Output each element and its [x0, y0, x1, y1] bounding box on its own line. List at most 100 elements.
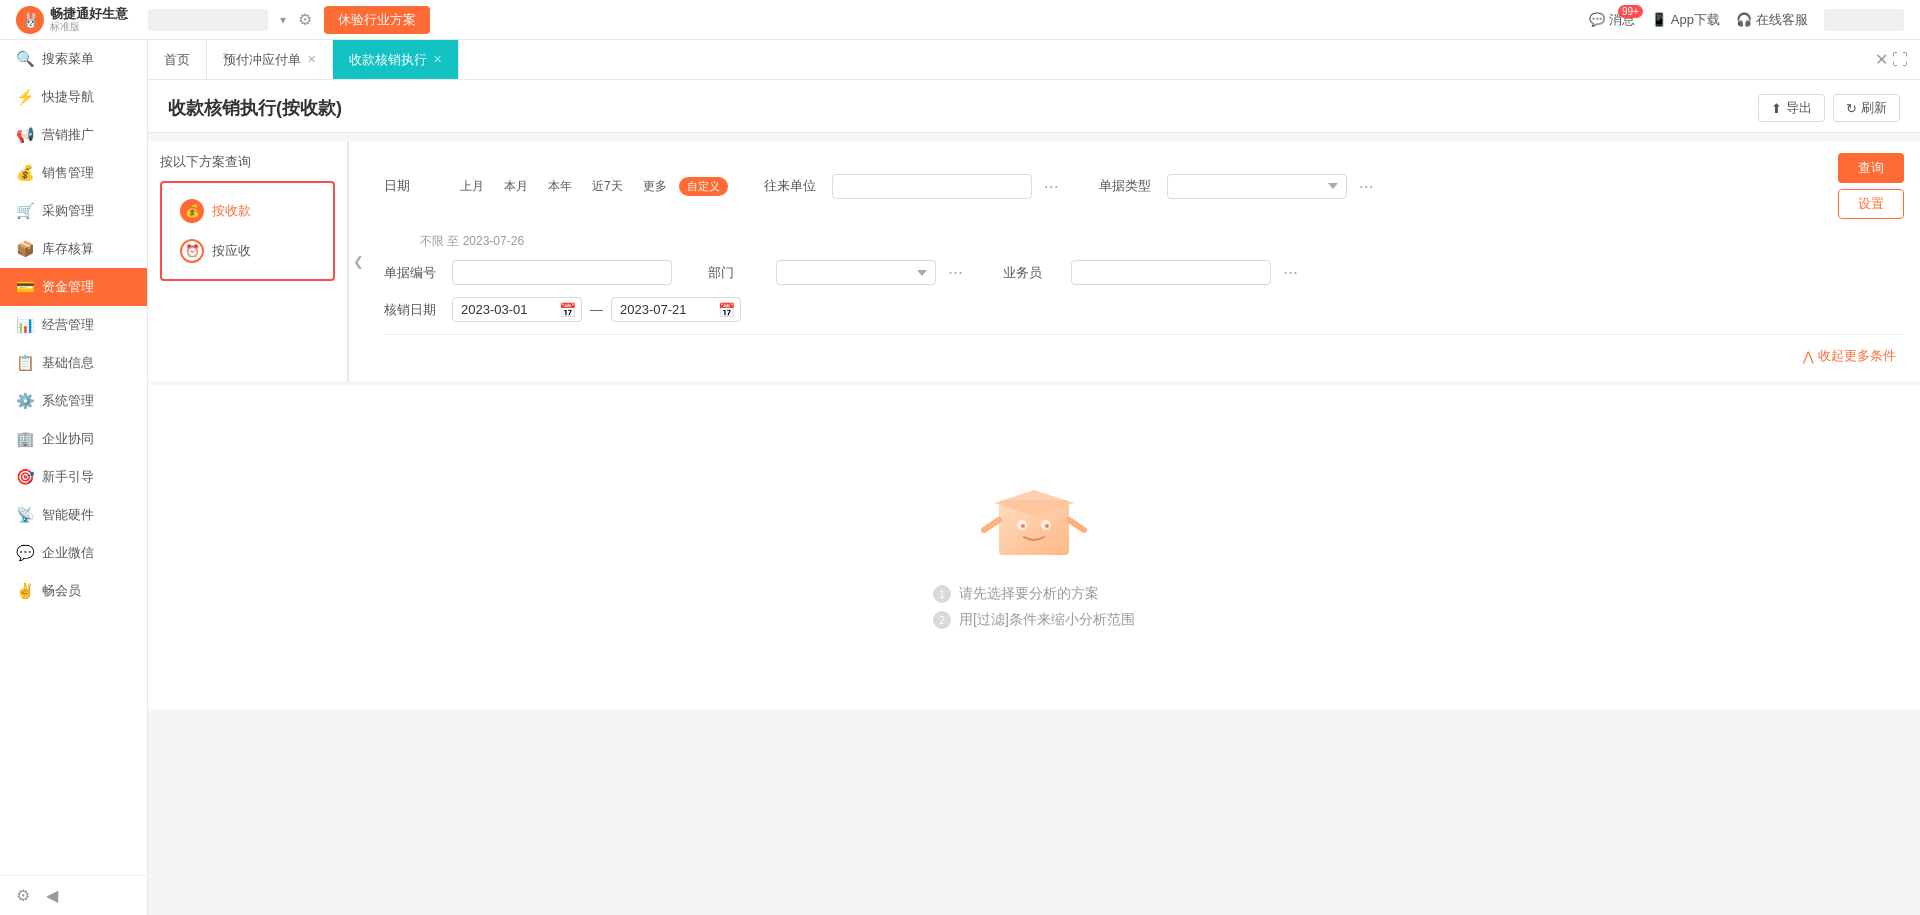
tab-prepay[interactable]: 预付冲应付单 ✕ — [207, 40, 333, 79]
sidebar-settings-icon[interactable]: ⚙ — [16, 886, 30, 905]
collapse-more-btn[interactable]: ⋀ 收起更多条件 — [1795, 343, 1904, 369]
date-btn-more[interactable]: 更多 — [635, 176, 675, 197]
sales-icon: 💰 — [16, 164, 34, 182]
filter-option-receipt[interactable]: 💰 按收款 — [170, 191, 325, 231]
sidebar-label-finance: 资金管理 — [42, 278, 94, 296]
filter-row-3: 核销日期 📅 — 📅 — [384, 297, 1904, 322]
counterparty-dots[interactable]: ··· — [1040, 176, 1063, 197]
sidebar-item-sales[interactable]: 💰 销售管理 — [0, 154, 147, 192]
sidebar-label-nav: 快捷导航 — [42, 88, 94, 106]
sidebar-item-purchase[interactable]: 🛒 采购管理 — [0, 192, 147, 230]
system-icon: ⚙️ — [16, 392, 34, 410]
online-service-btn[interactable]: 🎧 在线客服 — [1736, 11, 1808, 29]
purchase-icon: 🛒 — [16, 202, 34, 220]
operation-icon: 📊 — [16, 316, 34, 334]
sidebar-label-enterprise: 企业协同 — [42, 430, 94, 448]
page-title: 收款核销执行(按收款) — [168, 96, 342, 120]
sidebar-item-finance[interactable]: 💳 资金管理 — [0, 268, 147, 306]
edition-label: 标准版 — [50, 21, 128, 33]
verify-date-start-wrap: 📅 — [452, 297, 582, 322]
sidebar-bottom: ⚙ ◀ — [0, 875, 147, 915]
salesperson-input[interactable] — [1071, 260, 1271, 285]
settings-btn[interactable]: 设置 — [1838, 189, 1904, 219]
no-limit-text: 不限 至 2023-07-26 — [420, 233, 524, 250]
action-btns: 查询 设置 — [1838, 153, 1904, 219]
tip-num-2: 2 — [933, 611, 951, 629]
sidebar-item-hardware[interactable]: 📡 智能硬件 — [0, 496, 147, 534]
no-limit-area: 不限 至 2023-07-26 — [384, 231, 1904, 250]
empty-tip-1-text: 请先选择要分析的方案 — [959, 585, 1099, 603]
filter-group-salesperson: 业务员 ··· — [1003, 260, 1302, 285]
user-name[interactable] — [1824, 9, 1904, 31]
tab-prepay-close[interactable]: ✕ — [307, 53, 316, 66]
sidebar-item-guide[interactable]: 🎯 新手引导 — [0, 458, 147, 496]
date-btn-custom[interactable]: 自定义 — [679, 177, 728, 196]
refresh-btn[interactable]: ↻ 刷新 — [1833, 94, 1900, 122]
filter-form-inner: 日期 上月 本月 本年 近7天 更多 自定义 — [368, 141, 1920, 381]
sidebar-item-inventory[interactable]: 📦 库存核算 — [0, 230, 147, 268]
sidebar-item-member[interactable]: ✌️ 畅会员 — [0, 572, 147, 610]
message-btn[interactable]: 💬 消息 99+ — [1589, 11, 1635, 29]
sidebar-label-system: 系统管理 — [42, 392, 94, 410]
tab-close-all-icon[interactable]: ✕ — [1875, 50, 1888, 69]
svg-line-5 — [984, 520, 999, 530]
sidebar-item-nav[interactable]: ⚡ 快捷导航 — [0, 78, 147, 116]
sidebar-item-basic[interactable]: 📋 基础信息 — [0, 344, 147, 382]
industry-btn[interactable]: 休验行业方案 — [324, 6, 430, 34]
sidebar-item-search[interactable]: 🔍 搜索菜单 — [0, 40, 147, 78]
company-name[interactable] — [148, 9, 268, 31]
receivable-option-label: 按应收 — [212, 242, 251, 260]
tab-receipt[interactable]: 收款核销执行 ✕ — [333, 40, 459, 79]
docno-input[interactable] — [452, 260, 672, 285]
date-btn-7days[interactable]: 近7天 — [584, 176, 631, 197]
date-label: 日期 — [384, 177, 444, 195]
dept-select[interactable] — [776, 260, 936, 285]
svg-point-3 — [1021, 524, 1025, 528]
sidebar-collapse-icon[interactable]: ◀ — [46, 886, 58, 905]
tab-prepay-label: 预付冲应付单 — [223, 51, 301, 69]
date-btn-this-year[interactable]: 本年 — [540, 176, 580, 197]
salesperson-dots[interactable]: ··· — [1279, 262, 1302, 283]
brand-name: 畅捷通好生意 — [50, 6, 128, 22]
settings-icon[interactable]: ⚙ — [298, 10, 312, 29]
filter-form: 日期 上月 本月 本年 近7天 更多 自定义 — [368, 141, 1920, 381]
query-btn[interactable]: 查询 — [1838, 153, 1904, 183]
sidebar-item-operation[interactable]: 📊 经营管理 — [0, 306, 147, 344]
app-download-btn[interactable]: 📱 App下载 — [1651, 11, 1720, 29]
download-icon: 📱 — [1651, 12, 1667, 27]
dropdown-arrow[interactable]: ▾ — [280, 13, 286, 27]
tab-receipt-label: 收款核销执行 — [349, 51, 427, 69]
marketing-icon: 📢 — [16, 126, 34, 144]
filter-collapse[interactable]: ❮ — [348, 141, 368, 381]
sidebar: 🔍 搜索菜单 ⚡ 快捷导航 📢 营销推广 💰 销售管理 🛒 采购管理 📦 库存核… — [0, 40, 148, 915]
doctype-label: 单据类型 — [1099, 177, 1159, 195]
sidebar-item-enterprise[interactable]: 🏢 企业协同 — [0, 420, 147, 458]
cal-start-icon[interactable]: 📅 — [559, 302, 576, 318]
sidebar-item-marketing[interactable]: 📢 营销推广 — [0, 116, 147, 154]
counterparty-input[interactable] — [832, 174, 1032, 199]
receipt-option-label: 按收款 — [212, 202, 251, 220]
cal-end-icon[interactable]: 📅 — [718, 302, 735, 318]
filter-option-receivable[interactable]: ⏰ 按应收 — [170, 231, 325, 271]
sidebar-label-guide: 新手引导 — [42, 468, 94, 486]
date-btn-last-month[interactable]: 上月 — [452, 176, 492, 197]
sidebar-item-system[interactable]: ⚙️ 系统管理 — [0, 382, 147, 420]
tab-home[interactable]: 首页 — [148, 40, 207, 79]
empty-tip-2-text: 用[过滤]条件来缩小分析范围 — [959, 611, 1135, 629]
export-btn[interactable]: ⬆ 导出 — [1758, 94, 1825, 122]
sidebar-label-inventory: 库存核算 — [42, 240, 94, 258]
date-btn-this-month[interactable]: 本月 — [496, 176, 536, 197]
main-layout: 🔍 搜索菜单 ⚡ 快捷导航 📢 营销推广 💰 销售管理 🛒 采购管理 📦 库存核… — [0, 40, 1920, 915]
empty-tip-2: 2 用[过滤]条件来缩小分析范围 — [933, 611, 1135, 629]
doctype-dots[interactable]: ··· — [1355, 176, 1378, 197]
tab-receipt-close[interactable]: ✕ — [433, 53, 442, 66]
filter-group-doctype: 单据类型 ··· — [1099, 174, 1378, 199]
sidebar-item-wechat[interactable]: 💬 企业微信 — [0, 534, 147, 572]
docno-label: 单据编号 — [384, 264, 444, 282]
tab-fullscreen-icon[interactable]: ⛶ — [1892, 51, 1908, 69]
empty-state: 1 请先选择要分析的方案 2 用[过滤]条件来缩小分析范围 — [148, 385, 1920, 709]
dept-dots[interactable]: ··· — [944, 262, 967, 283]
doctype-select[interactable] — [1167, 174, 1347, 199]
app-download-label: App下载 — [1671, 11, 1720, 29]
filter-area: 按以下方案查询 💰 按收款 ⏰ 按应收 ❮ — [148, 141, 1920, 381]
